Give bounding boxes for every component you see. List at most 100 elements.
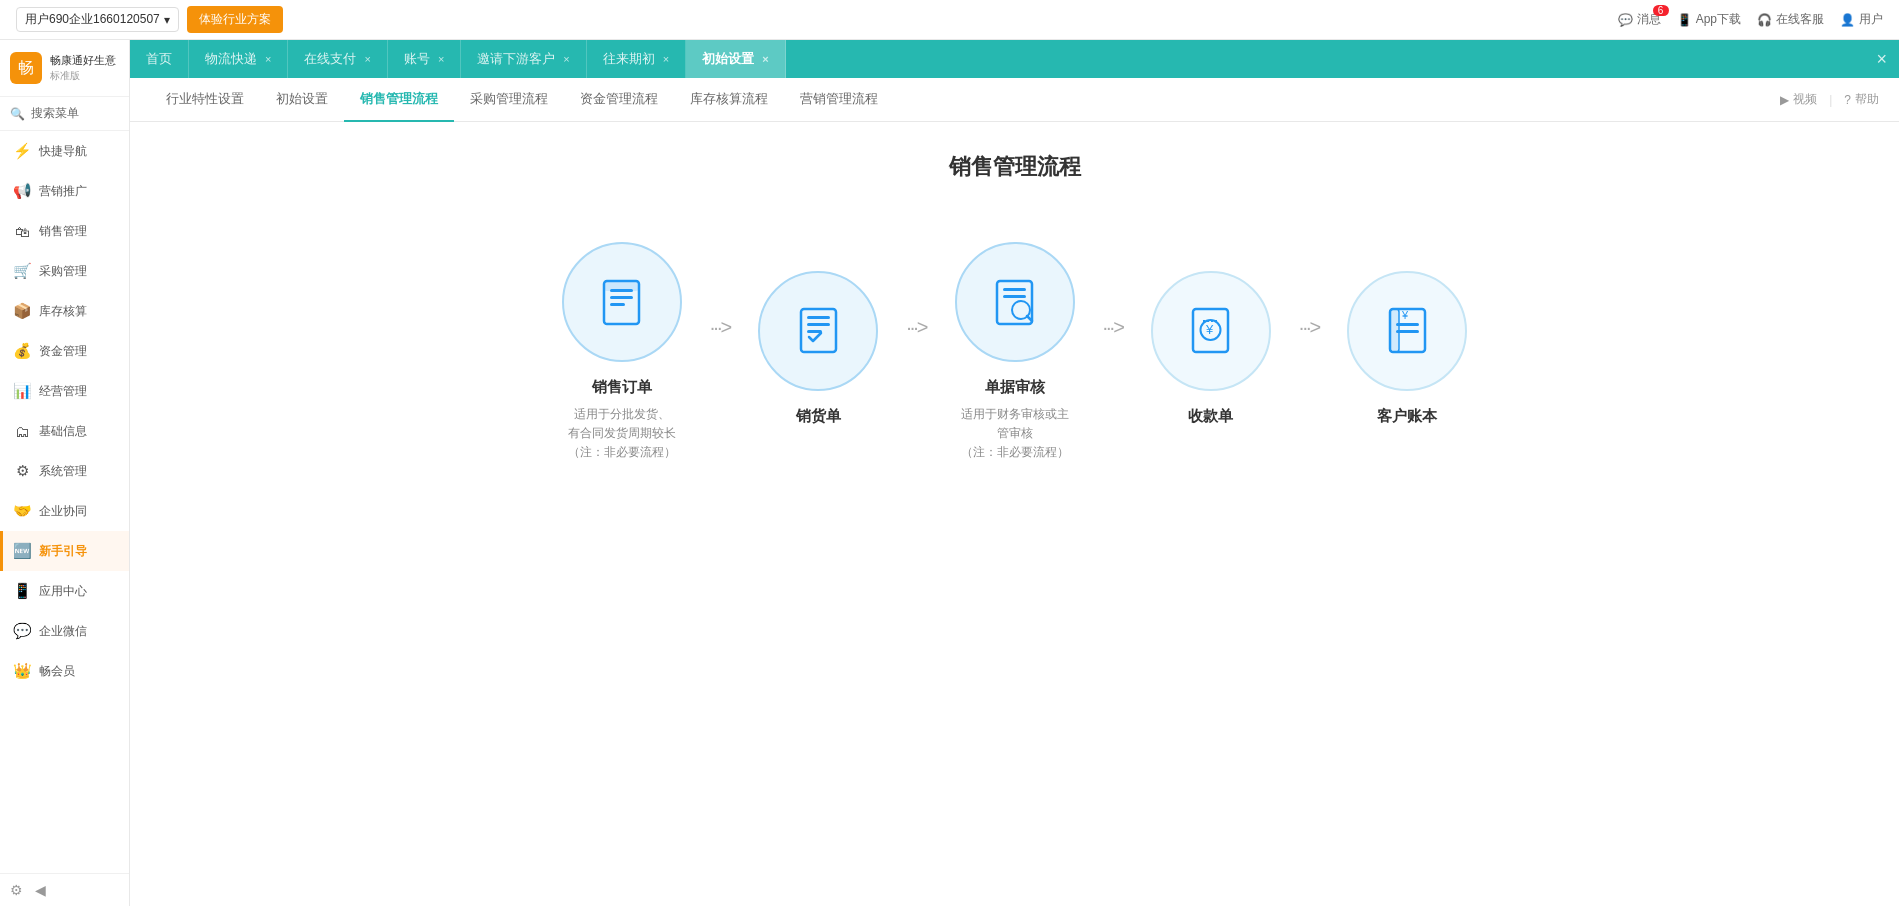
tab-home[interactable]: 首页 [130,40,189,78]
logo-icon: 畅 [10,52,42,84]
divider: | [1829,93,1832,107]
sidebar-item-label: 新手引导 [39,543,87,560]
sidebar-item-marketing[interactable]: 📢 营销推广 [0,171,129,211]
sidebar-item-label: 应用中心 [39,583,87,600]
sidebar-item-guide[interactable]: 🆕 新手引导 [0,531,129,571]
user-display-name: 用户 [1859,11,1883,28]
order-icon [594,275,649,330]
tab-period-init-close[interactable]: × [663,53,669,65]
sidebar-item-basic-info[interactable]: 🗂 基础信息 [0,411,129,451]
tab-logistics[interactable]: 物流快递 × [189,40,288,78]
flow-label-sales-invoice: 销货单 [796,407,841,426]
headset-icon: 🎧 [1757,13,1772,27]
user-avatar-item[interactable]: 👤 用户 [1840,11,1883,28]
help-btn[interactable]: ? 帮助 [1844,91,1879,108]
video-label: 视频 [1793,91,1817,108]
sub-tab-initial-label: 初始设置 [276,91,328,106]
message-item[interactable]: 💬 消息 6 [1618,11,1661,28]
close-all-tabs-btn[interactable]: × [1864,49,1899,70]
invoice-icon [791,303,846,358]
svg-text:¥: ¥ [1401,309,1409,321]
tab-initial-setup-close[interactable]: × [762,53,768,65]
receipt-icon: ¥ [1183,303,1238,358]
sidebar-item-purchase[interactable]: 🛒 采购管理 [0,251,129,291]
tab-payment[interactable]: 在线支付 × [288,40,387,78]
sub-tab-initial[interactable]: 初始设置 [260,78,344,122]
sidebar-item-finance[interactable]: 💰 资金管理 [0,331,129,371]
experience-btn[interactable]: 体验行业方案 [187,6,283,33]
audit-icon [987,275,1042,330]
flow-circle-customer-ledger: ¥ [1347,271,1467,391]
svg-rect-20 [1396,330,1419,333]
sidebar-item-vip[interactable]: 👑 畅会员 [0,651,129,691]
tab-account-close[interactable]: × [438,53,444,65]
flow-item-sales-order: 销售订单 适用于分批发货、有合同发货周期较长（注：非必要流程） [542,242,702,463]
flow-desc-doc-audit: 适用于财务审核或主管审核（注：非必要流程） [961,405,1069,463]
sub-tab-industry[interactable]: 行业特性设置 [150,78,260,122]
top-bar: 用户690企业1660120507 ▾ 体验行业方案 💬 消息 6 📱 App下… [0,0,1899,40]
tab-account[interactable]: 账号 × [388,40,461,78]
sidebar-item-system[interactable]: ⚙ 系统管理 [0,451,129,491]
tab-period-init-label: 往来期初 [603,50,655,68]
tab-logistics-close[interactable]: × [265,53,271,65]
tab-invite-close[interactable]: × [563,53,569,65]
main-content: 首页 物流快递 × 在线支付 × 账号 × 邀请下游客户 × 往来期初 × [130,40,1899,906]
online-service-item[interactable]: 🎧 在线客服 [1757,11,1824,28]
flow-diagram: 销售订单 适用于分批发货、有合同发货周期较长（注：非必要流程） ···> [170,242,1859,463]
logo-title: 畅康通好生意 [50,53,116,68]
svg-rect-7 [807,323,830,326]
sidebar-item-inventory[interactable]: 📦 库存核算 [0,291,129,331]
content-area: 行业特性设置 初始设置 销售管理流程 采购管理流程 资金管理流程 库存核算流程 [130,78,1899,906]
collapse-btn[interactable]: ◀ [35,882,46,898]
logo-version: 标准版 [50,69,116,83]
layout: 畅 畅康通好生意 标准版 🔍 搜索菜单 ⚡ 快捷导航 📢 营销推广 🛍 销售管理 [0,40,1899,906]
flow-circle-receipt: ¥ [1151,271,1271,391]
sidebar: 畅 畅康通好生意 标准版 🔍 搜索菜单 ⚡ 快捷导航 📢 营销推广 🛍 销售管理 [0,40,130,906]
sidebar-item-sales[interactable]: 🛍 销售管理 [0,211,129,251]
tab-invite-label: 邀请下游客户 [477,50,555,68]
tab-initial-setup[interactable]: 初始设置 × [686,40,785,78]
flow-label-doc-audit: 单据审核 [985,378,1045,397]
flow-desc-sales-order: 适用于分批发货、有合同发货周期较长（注：非必要流程） [568,405,676,463]
svg-rect-19 [1396,323,1419,326]
sidebar-item-wechat[interactable]: 💬 企业微信 [0,611,129,651]
sales-icon: 🛍 [13,222,31,240]
tab-payment-close[interactable]: × [364,53,370,65]
sidebar-item-label: 企业微信 [39,623,87,640]
sidebar-search[interactable]: 🔍 搜索菜单 [0,97,129,131]
message-icon: 💬 [1618,13,1633,27]
finance-icon: 💰 [13,342,31,360]
app-download-label: App下载 [1696,11,1741,28]
sub-tab-inventory-flow[interactable]: 库存核算流程 [674,78,784,122]
wechat-icon: 💬 [13,622,31,640]
flow-label-receipt: 收款单 [1188,407,1233,426]
svg-rect-3 [610,303,625,306]
sub-tab-marketing-flow[interactable]: 营销管理流程 [784,78,894,122]
sidebar-item-enterprise[interactable]: 🤝 企业协同 [0,491,129,531]
flow-item-receipt: ¥ 收款单 [1131,271,1291,434]
sidebar-item-operations[interactable]: 📊 经营管理 [0,371,129,411]
flow-circle-doc-audit [955,242,1075,362]
help-icon: ? [1844,93,1851,107]
marketing-icon: 📢 [13,182,31,200]
sub-tabs: 行业特性设置 初始设置 销售管理流程 采购管理流程 资金管理流程 库存核算流程 [130,78,1899,122]
app-download-item[interactable]: 📱 App下载 [1677,11,1741,28]
tab-payment-label: 在线支付 [304,50,356,68]
sub-tab-sales-flow[interactable]: 销售管理流程 [344,78,454,122]
nav-tabs-bar: 首页 物流快递 × 在线支付 × 账号 × 邀请下游客户 × 往来期初 × [130,40,1899,78]
tab-period-init[interactable]: 往来期初 × [587,40,686,78]
settings-btn[interactable]: ⚙ [10,882,23,898]
app-center-icon: 📱 [13,582,31,600]
sub-tab-purchase-flow[interactable]: 采购管理流程 [454,78,564,122]
tab-invite[interactable]: 邀请下游客户 × [461,40,586,78]
sidebar-item-label: 企业协同 [39,503,87,520]
sidebar-item-quick-nav[interactable]: ⚡ 快捷导航 [0,131,129,171]
user-selector[interactable]: 用户690企业1660120507 ▾ [16,7,179,32]
sidebar-item-app-center[interactable]: 📱 应用中心 [0,571,129,611]
flow-circle-sales-invoice [758,271,878,391]
message-badge: 6 [1653,5,1669,16]
video-btn[interactable]: ▶ 视频 [1780,91,1817,108]
sub-tab-sales-flow-label: 销售管理流程 [360,91,438,106]
purchase-icon: 🛒 [13,262,31,280]
sub-tab-finance-flow[interactable]: 资金管理流程 [564,78,674,122]
